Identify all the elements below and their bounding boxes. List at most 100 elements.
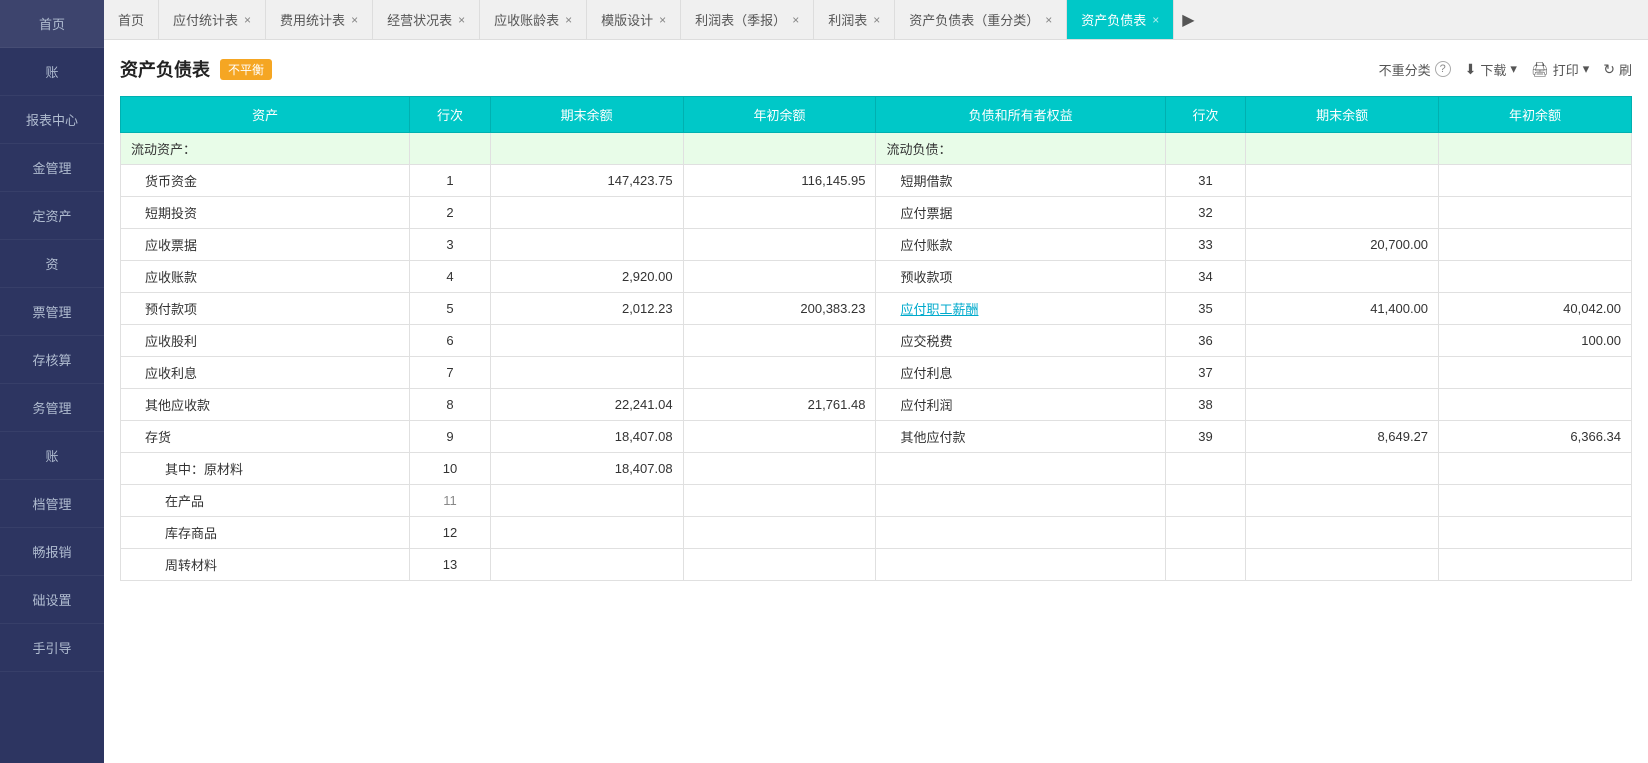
left-end-balance bbox=[490, 325, 683, 357]
tab-close-icon[interactable]: × bbox=[1152, 13, 1159, 27]
right-item bbox=[876, 549, 1165, 581]
table-row[interactable]: 应收账款 4 2,920.00 预收款项 34 bbox=[121, 261, 1632, 293]
sidebar-item-bills[interactable]: 票管理 bbox=[0, 288, 104, 336]
right-row-num: 31 bbox=[1165, 165, 1245, 197]
page-title: 资产负债表 bbox=[120, 56, 210, 82]
tab-profit[interactable]: 利润表 × bbox=[814, 0, 895, 39]
left-row-num: 4 bbox=[410, 261, 490, 293]
left-row-num: 1 bbox=[410, 165, 490, 197]
right-item: 其他应付款 bbox=[876, 421, 1165, 453]
sidebar-item-archive[interactable]: 档管理 bbox=[0, 480, 104, 528]
left-item: 周转材料 bbox=[121, 549, 410, 581]
left-item: 在产品 bbox=[121, 485, 410, 517]
section-left-label: 流动资产： bbox=[121, 133, 410, 165]
left-begin-balance bbox=[683, 229, 876, 261]
table-row[interactable]: 货币资金 1 147,423.75 116,145.95 短期借款 31 bbox=[121, 165, 1632, 197]
section-right-begin bbox=[1439, 133, 1632, 165]
tab-balance-reclassified[interactable]: 资产负债表（重分类） × bbox=[895, 0, 1067, 39]
refresh-button[interactable]: ↻ 刷 bbox=[1603, 60, 1632, 79]
table-row[interactable]: 应收票据 3 应付账款 33 20,700.00 bbox=[121, 229, 1632, 261]
classify-toggle[interactable]: 不重分类 ? bbox=[1379, 60, 1451, 79]
print-button[interactable]: 🖨 打印 ▾ bbox=[1531, 60, 1589, 79]
right-row-num: 37 bbox=[1165, 357, 1245, 389]
tab-receivable-aging[interactable]: 应收账龄表 × bbox=[480, 0, 587, 39]
right-end-balance: 8,649.27 bbox=[1246, 421, 1439, 453]
sidebar-item-capital[interactable]: 资 bbox=[0, 240, 104, 288]
download-button[interactable]: ⬇ 下载 ▾ bbox=[1465, 60, 1517, 79]
tab-close-icon[interactable]: × bbox=[1045, 13, 1052, 27]
tab-operation[interactable]: 经营状况表 × bbox=[373, 0, 480, 39]
tab-close-icon[interactable]: × bbox=[244, 13, 251, 27]
right-end-balance: 41,400.00 bbox=[1246, 293, 1439, 325]
table-row[interactable]: 其他应收款 8 22,241.04 21,761.48 应付利润 38 bbox=[121, 389, 1632, 421]
sidebar-item-assets[interactable]: 定资产 bbox=[0, 192, 104, 240]
left-begin-balance bbox=[683, 517, 876, 549]
right-row-num: 36 bbox=[1165, 325, 1245, 357]
table-row[interactable]: 在产品 11 bbox=[121, 485, 1632, 517]
tab-close-icon[interactable]: × bbox=[873, 13, 880, 27]
print-label: 打印 bbox=[1553, 60, 1579, 79]
print-arrow-icon: ▾ bbox=[1583, 61, 1590, 77]
tab-label: 利润表 bbox=[828, 10, 867, 29]
unbalanced-badge: 不平衡 bbox=[220, 59, 272, 80]
right-item: 预收款项 bbox=[876, 261, 1165, 293]
tab-balance-sheet[interactable]: 资产负债表 × bbox=[1067, 0, 1174, 39]
tab-template-design[interactable]: 模版设计 × bbox=[587, 0, 681, 39]
tab-home-label: 首页 bbox=[118, 10, 144, 29]
left-end-balance: 147,423.75 bbox=[490, 165, 683, 197]
sidebar-item-reports[interactable]: 报表中心 bbox=[0, 96, 104, 144]
right-item: 应付票据 bbox=[876, 197, 1165, 229]
table-row[interactable]: 其中：原材料 10 18,407.08 bbox=[121, 453, 1632, 485]
tab-close-icon[interactable]: × bbox=[565, 13, 572, 27]
table-row[interactable]: 应收利息 7 应付利息 37 bbox=[121, 357, 1632, 389]
left-item: 短期投资 bbox=[121, 197, 410, 229]
right-end-balance bbox=[1246, 197, 1439, 229]
sidebar-item-inventory[interactable]: 存核算 bbox=[0, 336, 104, 384]
left-item: 应收票据 bbox=[121, 229, 410, 261]
sidebar-item-home[interactable]: 首页 bbox=[0, 0, 104, 48]
table-row[interactable]: 库存商品 12 bbox=[121, 517, 1632, 549]
right-begin-balance bbox=[1439, 229, 1632, 261]
sidebar-item-ledger[interactable]: 账 bbox=[0, 48, 104, 96]
right-end-balance bbox=[1246, 517, 1439, 549]
tab-expense-stats[interactable]: 费用统计表 × bbox=[266, 0, 373, 39]
tab-close-icon[interactable]: × bbox=[792, 13, 799, 27]
table-row[interactable]: 存货 9 18,407.08 其他应付款 39 8,649.27 6,366.3… bbox=[121, 421, 1632, 453]
sidebar-item-settings[interactable]: 础设置 bbox=[0, 576, 104, 624]
left-row-num: 9 bbox=[410, 421, 490, 453]
col-header-assets: 资产 bbox=[121, 97, 410, 133]
tab-home[interactable]: 首页 bbox=[104, 0, 159, 39]
tab-close-icon[interactable]: × bbox=[458, 13, 465, 27]
sidebar-item-fund[interactable]: 金管理 bbox=[0, 144, 104, 192]
left-row-num: 6 bbox=[410, 325, 490, 357]
left-end-balance: 22,241.04 bbox=[490, 389, 683, 421]
right-begin-balance bbox=[1439, 485, 1632, 517]
sidebar-item-accounts[interactable]: 账 bbox=[0, 432, 104, 480]
tab-close-icon[interactable]: × bbox=[351, 13, 358, 27]
help-icon[interactable]: ? bbox=[1435, 61, 1451, 77]
right-begin-balance bbox=[1439, 261, 1632, 293]
right-begin-balance: 100.00 bbox=[1439, 325, 1632, 357]
tab-arrow-right[interactable]: ▶ bbox=[1174, 0, 1202, 39]
sidebar-item-affairs[interactable]: 务管理 bbox=[0, 384, 104, 432]
right-end-balance bbox=[1246, 389, 1439, 421]
table-row[interactable]: 预付款项 5 2,012.23 200,383.23 应付职工薪酬 35 41,… bbox=[121, 293, 1632, 325]
sidebar-item-guide[interactable]: 手引导 bbox=[0, 624, 104, 672]
table-row[interactable]: 应收股利 6 应交税费 36 100.00 bbox=[121, 325, 1632, 357]
right-end-balance bbox=[1246, 549, 1439, 581]
right-item: 应交税费 bbox=[876, 325, 1165, 357]
section-right-row bbox=[1165, 133, 1245, 165]
section-right-end bbox=[1246, 133, 1439, 165]
right-item bbox=[876, 485, 1165, 517]
classify-label: 不重分类 bbox=[1379, 60, 1431, 79]
left-begin-balance bbox=[683, 197, 876, 229]
tab-profit-quarterly[interactable]: 利润表（季报） × bbox=[681, 0, 814, 39]
left-end-balance bbox=[490, 197, 683, 229]
tab-payable-stats[interactable]: 应付统计表 × bbox=[159, 0, 266, 39]
right-row-num: 35 bbox=[1165, 293, 1245, 325]
right-row-num: 33 bbox=[1165, 229, 1245, 261]
table-row[interactable]: 周转材料 13 bbox=[121, 549, 1632, 581]
table-row[interactable]: 短期投资 2 应付票据 32 bbox=[121, 197, 1632, 229]
sidebar-item-expense[interactable]: 畅报销 bbox=[0, 528, 104, 576]
tab-close-icon[interactable]: × bbox=[659, 13, 666, 27]
